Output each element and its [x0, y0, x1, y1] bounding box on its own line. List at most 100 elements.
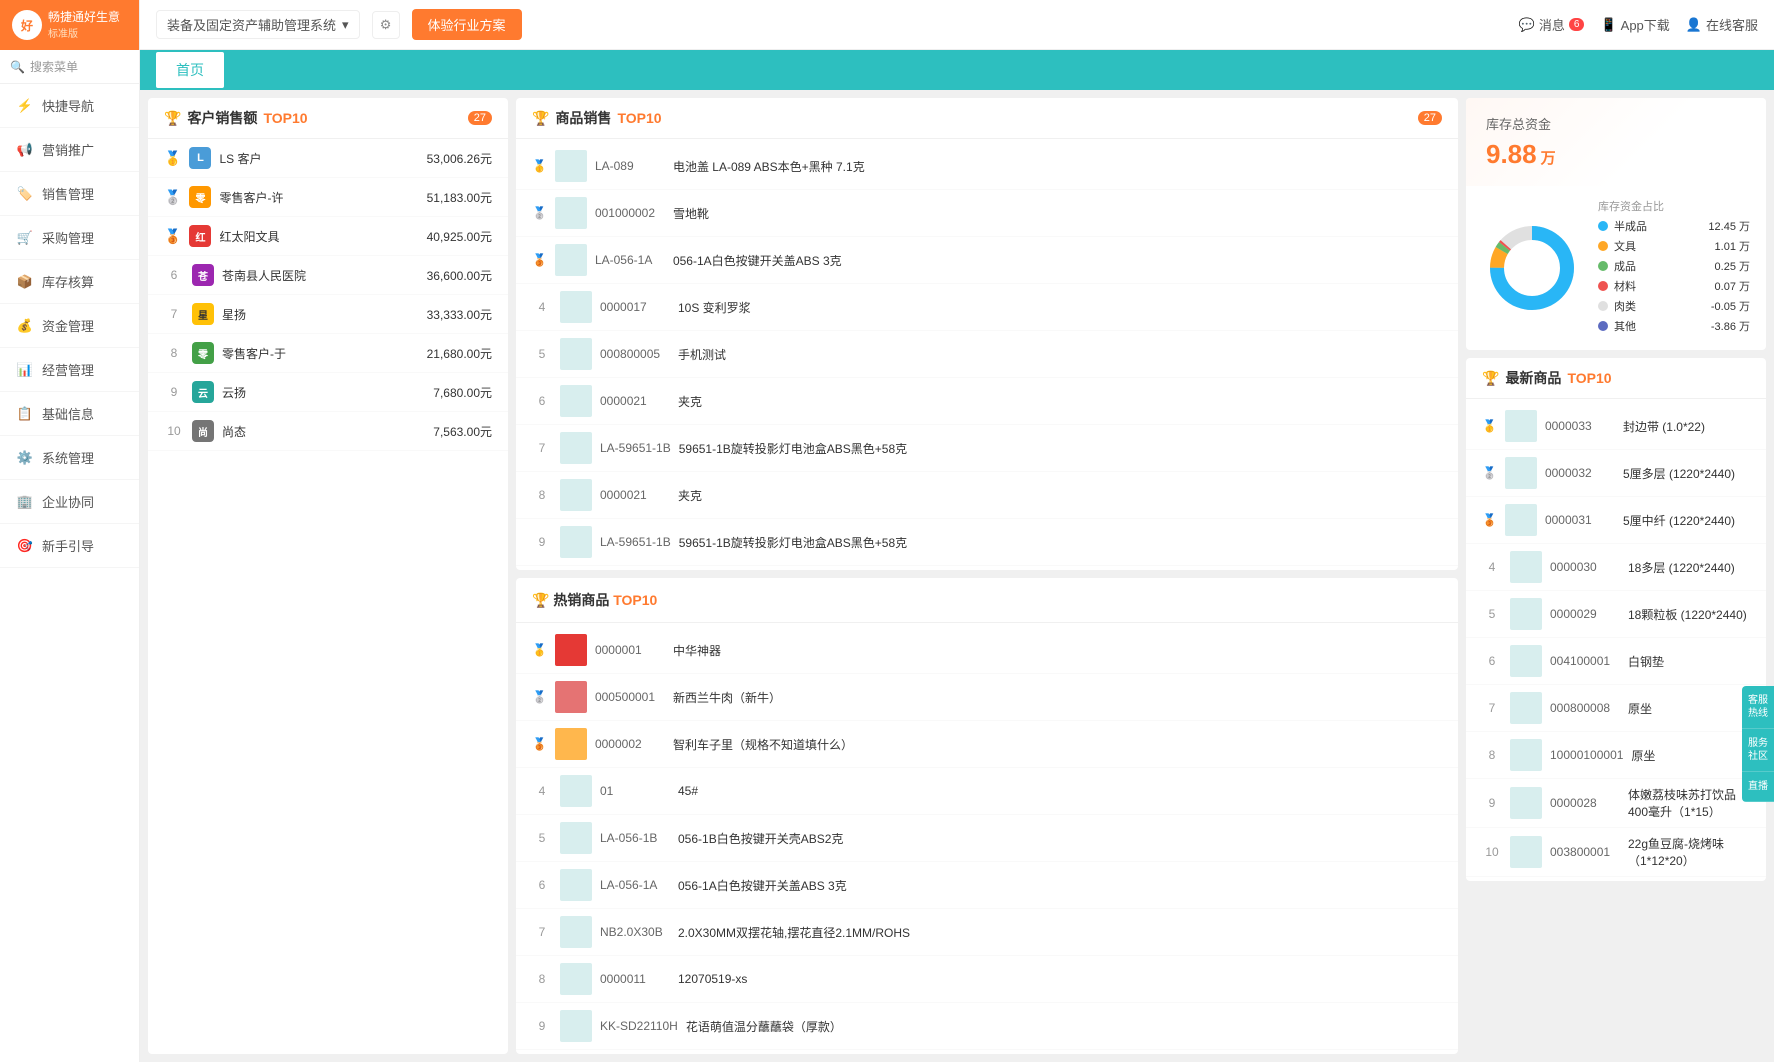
- product-code: KK-SD22110H: [600, 1019, 678, 1033]
- product-name: 中华神器: [673, 642, 1442, 659]
- right-column: 库存总资金 9.88 万: [1466, 98, 1766, 1054]
- legend-value: 0.25 万: [1700, 258, 1750, 274]
- list-item: 🥇 0000001 中华神器: [516, 627, 1458, 674]
- product-code: 0000029: [1550, 607, 1620, 621]
- product-name: 056-1A白色按键开关盖ABS 3克: [678, 877, 1442, 894]
- product-code: LA-089: [595, 159, 665, 173]
- sidebar-label: 企业协同: [42, 492, 94, 511]
- operation-icon: 📊: [16, 361, 34, 379]
- tab-home[interactable]: 首页: [156, 52, 224, 88]
- legend-value: 0.07 万: [1700, 278, 1750, 294]
- sidebar-item-purchase[interactable]: 🛒 采购管理: [0, 216, 139, 260]
- sidebar-item-quick-nav[interactable]: ⚡ 快捷导航: [0, 84, 139, 128]
- customer-amount: 21,680.00元: [427, 345, 492, 362]
- system-title: 装备及固定资产辅助管理系统: [167, 15, 336, 34]
- purchase-icon: 🛒: [16, 229, 34, 247]
- product-code: 0000001: [595, 643, 665, 657]
- product-count-badge: 27: [1418, 111, 1442, 125]
- list-item: 🥇 LA-089 电池盖 LA-089 ABS本色+黑种 7.1克: [516, 143, 1458, 190]
- system-selector[interactable]: 装备及固定资产辅助管理系统 ▾: [156, 10, 360, 39]
- rank-num: 6: [1482, 654, 1502, 668]
- product-code: 000800008: [1550, 701, 1620, 715]
- customer-service-button[interactable]: 客服热线: [1742, 686, 1774, 729]
- legend-dot: [1598, 301, 1608, 311]
- settings-button[interactable]: ⚙: [372, 11, 400, 39]
- list-item: 🥉 0000031 5厘中纤 (1220*2440): [1466, 497, 1766, 544]
- rank-num: 9: [1482, 796, 1502, 810]
- legend-item: 成品 0.25 万: [1598, 258, 1750, 274]
- list-item: 5 LA-056-1B 056-1B白色按键开关壳ABS2克: [516, 815, 1458, 862]
- product-code: 0000030: [1550, 560, 1620, 574]
- sidebar-item-inventory[interactable]: 📦 库存核算: [0, 260, 139, 304]
- trial-button[interactable]: 体验行业方案: [412, 9, 522, 40]
- app-download-button[interactable]: 📱 App下载: [1600, 15, 1669, 34]
- customer-badge: 星: [192, 303, 214, 325]
- rank-num: 7: [1482, 701, 1502, 715]
- donut-section: 库存资金占比 半成品 12.45 万 文具 1.01 万: [1466, 186, 1766, 350]
- rank-num: 7: [532, 441, 552, 455]
- sidebar-item-operation[interactable]: 📊 经营管理: [0, 348, 139, 392]
- list-item: 5 0000029 18颗粒板 (1220*2440): [1466, 591, 1766, 638]
- topbar-right: 💬 消息 6 📱 App下载 👤 在线客服: [1519, 15, 1758, 34]
- sidebar-item-basic-info[interactable]: 📋 基础信息: [0, 392, 139, 436]
- product-name: 原坐: [1628, 700, 1750, 717]
- rank-num: 8: [532, 488, 552, 502]
- app-download-label: App下载: [1621, 15, 1670, 34]
- list-item: 9 LA-59651-1B 59651-1B旋转投影灯电池盒ABS黑色+58克: [516, 519, 1458, 566]
- live-stream-button[interactable]: 直播: [1742, 772, 1774, 802]
- sidebar-item-marketing[interactable]: 📢 营销推广: [0, 128, 139, 172]
- rank-num: 5: [532, 831, 552, 845]
- list-item: 4 0000030 18多层 (1220*2440): [1466, 544, 1766, 591]
- product-code: 0000017: [600, 300, 670, 314]
- medal-icon: 🥇: [164, 150, 181, 167]
- product-name: 59651-1B旋转投影灯电池盒ABS黑色+58克: [679, 534, 1442, 551]
- product-code: NB2.0X30B: [600, 925, 670, 939]
- product-code: 003800001: [1550, 845, 1620, 859]
- list-item: 🥇 0000033 封边带 (1.0*22): [1466, 403, 1766, 450]
- service-community-button[interactable]: 服务社区: [1742, 729, 1774, 772]
- product-name: 智利车子里（规格不知道填什么）: [673, 736, 1442, 753]
- newest-product-list: 🥇 0000033 封边带 (1.0*22) 🥈 0000032 5厘多层 (1…: [1466, 399, 1766, 881]
- search-icon: 🔍: [10, 60, 25, 74]
- product-thumb: [560, 869, 592, 901]
- sidebar-label: 采购管理: [42, 228, 94, 247]
- medal-icon: 🥉: [1482, 513, 1497, 527]
- customer-amount: 40,925.00元: [427, 228, 492, 245]
- middle-column: 🏆 商品销售 TOP10 27 🥇 LA-089 电池盖 LA-089 ABS本…: [516, 98, 1458, 1054]
- product-code: 000500001: [595, 690, 665, 704]
- marketing-icon: 📢: [16, 141, 34, 159]
- product-code: 004100001: [1550, 654, 1620, 668]
- product-thumb: [560, 338, 592, 370]
- sidebar-item-guide[interactable]: 🎯 新手引导: [0, 524, 139, 568]
- list-item: 🥈 000500001 新西兰牛肉（新牛）: [516, 674, 1458, 721]
- product-name: 白钢垫: [1628, 653, 1750, 670]
- rank-num: 5: [532, 347, 552, 361]
- product-thumb: [1505, 410, 1537, 442]
- rank-num: 5: [1482, 607, 1502, 621]
- sidebar-item-sales[interactable]: 🏷️ 销售管理: [0, 172, 139, 216]
- product-thumb: [1510, 692, 1542, 724]
- donut-legend: 库存资金占比 半成品 12.45 万 文具 1.01 万: [1598, 198, 1750, 338]
- medal-icon: 🥇: [532, 159, 547, 173]
- product-code: 0000031: [1545, 513, 1615, 527]
- customer-amount: 51,183.00元: [427, 189, 492, 206]
- rank-num: 8: [1482, 748, 1502, 762]
- trophy-icon: 🏆: [532, 110, 549, 127]
- content-area: 🏆 客户销售额 TOP10 27 🥇 L LS 客户 53,006.26元 🥈 …: [140, 90, 1774, 1062]
- product-code: LA-056-1A: [595, 253, 665, 267]
- sidebar-item-finance[interactable]: 💰 资金管理: [0, 304, 139, 348]
- online-service-button[interactable]: 👤 在线客服: [1686, 15, 1758, 34]
- sidebar-label: 快捷导航: [42, 96, 94, 115]
- sidebar-item-enterprise[interactable]: 🏢 企业协同: [0, 480, 139, 524]
- customer-name: 零售客户-许: [219, 189, 418, 206]
- sidebar-item-system[interactable]: ⚙️ 系统管理: [0, 436, 139, 480]
- product-name: 18多层 (1220*2440): [1628, 559, 1750, 576]
- list-item: 7 000800008 原坐: [1466, 685, 1766, 732]
- service-icon: 👤: [1686, 17, 1702, 33]
- list-item: 9 0000028 体嫩荔枝味苏打饮品400毫升（1*15）: [1466, 779, 1766, 828]
- list-item: 5 000800005 手机测试: [516, 331, 1458, 378]
- search-menu[interactable]: 🔍 搜索菜单: [0, 50, 139, 84]
- legend-dot: [1598, 321, 1608, 331]
- message-button[interactable]: 💬 消息 6: [1519, 15, 1585, 34]
- product-name: 花语萌值温分蘸蘸袋（厚款）: [686, 1018, 1442, 1035]
